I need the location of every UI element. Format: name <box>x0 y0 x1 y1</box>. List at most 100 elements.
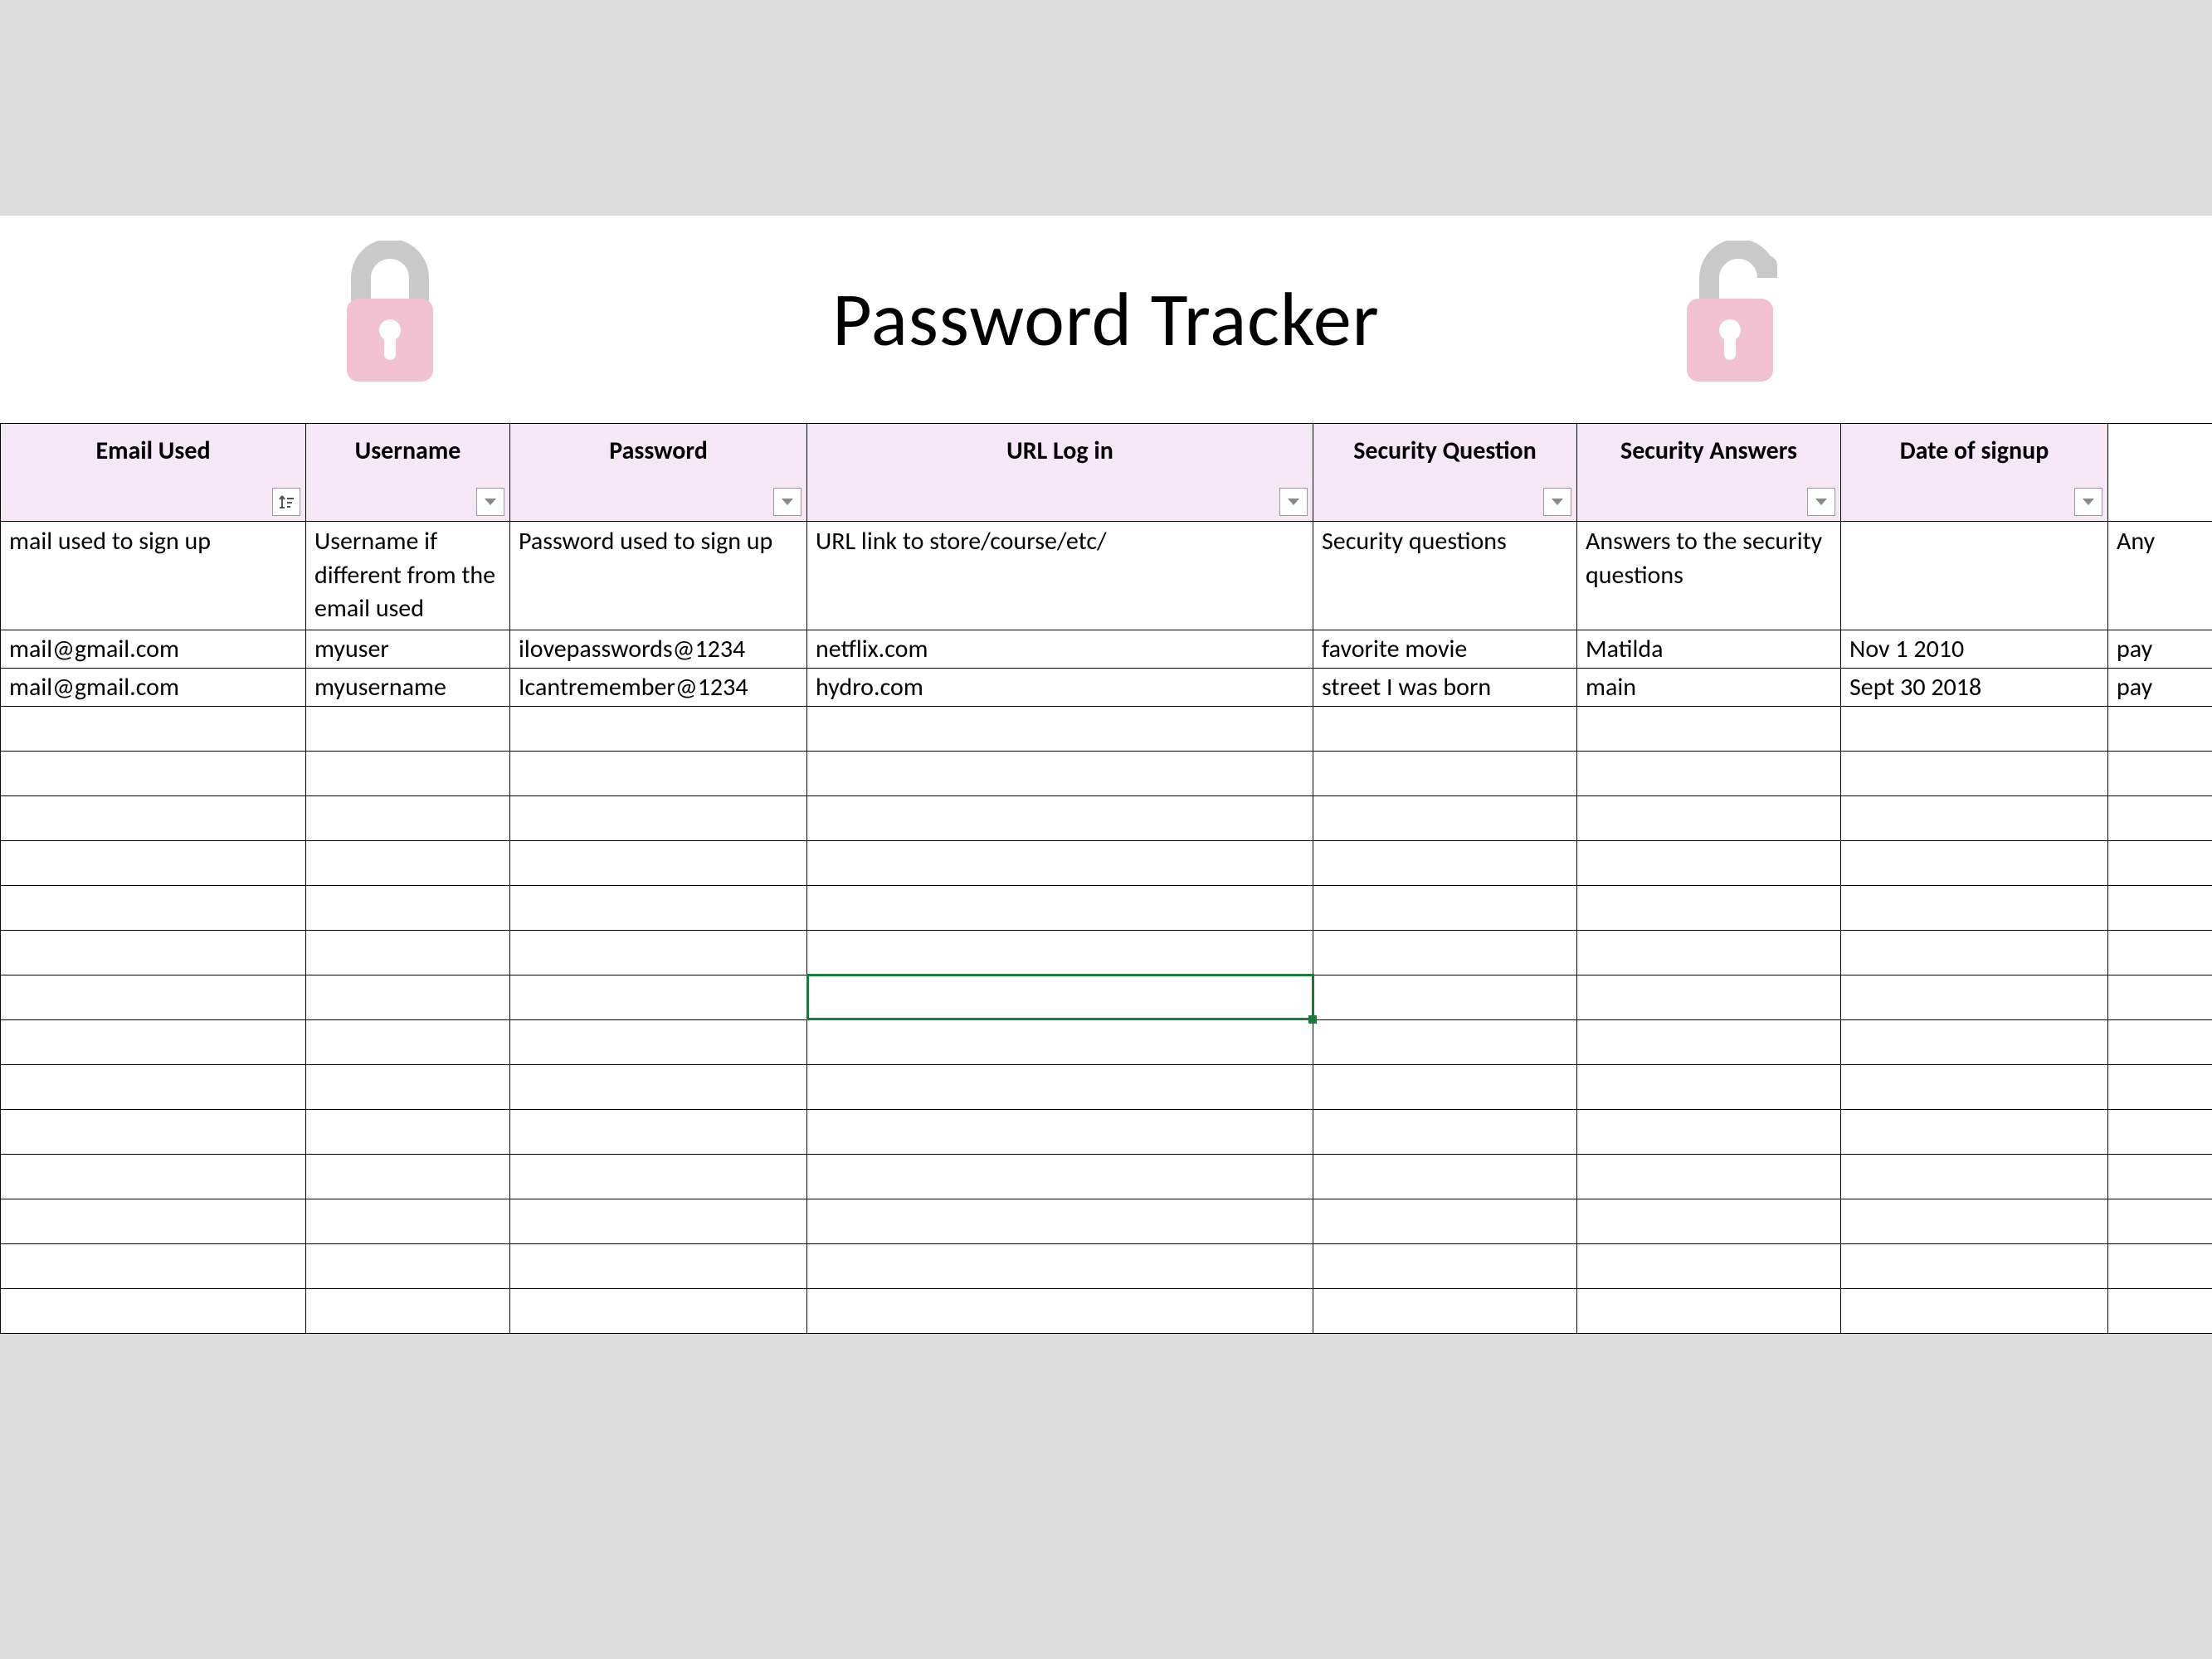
cell-password[interactable]: ilovepasswords@1234 <box>510 630 807 668</box>
cell-url[interactable] <box>807 795 1313 840</box>
cell-extra[interactable] <box>2108 885 2212 930</box>
cell-extra[interactable] <box>2108 1154 2212 1199</box>
cell-email[interactable] <box>1 706 306 751</box>
cell-username[interactable] <box>306 751 510 795</box>
cell-secq[interactable] <box>1313 1109 1577 1154</box>
cell-email[interactable] <box>1 1199 306 1243</box>
cell-extra[interactable] <box>2108 751 2212 795</box>
cell-url[interactable] <box>807 1019 1313 1064</box>
cell-date[interactable] <box>1841 1154 2108 1199</box>
cell-seca[interactable] <box>1577 795 1841 840</box>
cell-extra[interactable] <box>2108 1243 2212 1288</box>
cell-date[interactable] <box>1841 1109 2108 1154</box>
cell-seca[interactable] <box>1577 1109 1841 1154</box>
cell-date[interactable] <box>1841 751 2108 795</box>
cell-seca[interactable] <box>1577 975 1841 1019</box>
cell-secq[interactable] <box>1313 795 1577 840</box>
cell-username[interactable] <box>306 1109 510 1154</box>
filter-button[interactable] <box>1807 488 1835 516</box>
cell-seca[interactable] <box>1577 1019 1841 1064</box>
cell-date[interactable] <box>1841 522 2108 630</box>
cell-username[interactable] <box>306 1154 510 1199</box>
cell-date[interactable] <box>1841 1243 2108 1288</box>
cell-password[interactable] <box>510 930 807 975</box>
cell-date[interactable] <box>1841 840 2108 885</box>
filter-button[interactable] <box>2074 488 2102 516</box>
cell-date[interactable]: Nov 1 2010 <box>1841 630 2108 668</box>
cell-date[interactable] <box>1841 885 2108 930</box>
cell-extra[interactable]: pay <box>2108 668 2212 706</box>
cell-seca[interactable]: Matilda <box>1577 630 1841 668</box>
cell-password[interactable] <box>510 1154 807 1199</box>
cell-extra[interactable]: Any <box>2108 522 2212 630</box>
cell-extra[interactable] <box>2108 1019 2212 1064</box>
cell-password[interactable] <box>510 1064 807 1109</box>
cell-seca[interactable] <box>1577 1064 1841 1109</box>
cell-url[interactable] <box>807 1243 1313 1288</box>
col-header-password[interactable]: Password <box>510 424 807 522</box>
password-table[interactable]: Email Used Username Password <box>0 423 2212 1334</box>
cell-date[interactable] <box>1841 706 2108 751</box>
cell-username[interactable] <box>306 975 510 1019</box>
cell-seca[interactable] <box>1577 930 1841 975</box>
cell-date[interactable] <box>1841 1199 2108 1243</box>
cell-password[interactable] <box>510 1109 807 1154</box>
cell-url[interactable]: hydro.com <box>807 668 1313 706</box>
cell-password[interactable] <box>510 751 807 795</box>
cell-password[interactable] <box>510 1243 807 1288</box>
cell-url[interactable] <box>807 840 1313 885</box>
cell-seca[interactable]: Answers to the security questions <box>1577 522 1841 630</box>
cell-date[interactable] <box>1841 975 2108 1019</box>
cell-url[interactable] <box>807 1109 1313 1154</box>
cell-email[interactable] <box>1 1019 306 1064</box>
cell-extra[interactable] <box>2108 840 2212 885</box>
cell-seca[interactable] <box>1577 751 1841 795</box>
cell-password[interactable] <box>510 840 807 885</box>
cell-email[interactable] <box>1 1243 306 1288</box>
col-header-security-question[interactable]: Security Question <box>1313 424 1577 522</box>
cell-date[interactable] <box>1841 1288 2108 1333</box>
cell-secq[interactable]: Security questions <box>1313 522 1577 630</box>
cell-secq[interactable] <box>1313 1154 1577 1199</box>
cell-username[interactable] <box>306 1243 510 1288</box>
cell-seca[interactable] <box>1577 1154 1841 1199</box>
cell-extra[interactable] <box>2108 795 2212 840</box>
cell-date[interactable]: Sept 30 2018 <box>1841 668 2108 706</box>
cell-email[interactable] <box>1 1288 306 1333</box>
cell-url[interactable] <box>807 975 1313 1019</box>
cell-secq[interactable] <box>1313 930 1577 975</box>
cell-email[interactable]: mail@gmail.com <box>1 630 306 668</box>
cell-secq[interactable] <box>1313 751 1577 795</box>
cell-username[interactable]: myuser <box>306 630 510 668</box>
cell-username[interactable]: myusername <box>306 668 510 706</box>
cell-extra[interactable] <box>2108 1288 2212 1333</box>
cell-url[interactable] <box>807 1064 1313 1109</box>
cell-date[interactable] <box>1841 930 2108 975</box>
cell-password[interactable] <box>510 1199 807 1243</box>
cell-extra[interactable] <box>2108 706 2212 751</box>
cell-secq[interactable]: street I was born <box>1313 668 1577 706</box>
cell-extra[interactable] <box>2108 1064 2212 1109</box>
cell-secq[interactable]: favorite movie <box>1313 630 1577 668</box>
cell-email[interactable] <box>1 1154 306 1199</box>
cell-email[interactable] <box>1 1109 306 1154</box>
cell-seca[interactable] <box>1577 840 1841 885</box>
cell-seca[interactable] <box>1577 1243 1841 1288</box>
cell-password[interactable] <box>510 706 807 751</box>
cell-url[interactable] <box>807 751 1313 795</box>
cell-secq[interactable] <box>1313 840 1577 885</box>
cell-url[interactable] <box>807 930 1313 975</box>
cell-password[interactable] <box>510 885 807 930</box>
cell-password[interactable] <box>510 1288 807 1333</box>
cell-url[interactable] <box>807 1288 1313 1333</box>
cell-email[interactable]: mail@gmail.com <box>1 668 306 706</box>
col-header-extra[interactable] <box>2108 424 2212 522</box>
cell-username[interactable] <box>306 930 510 975</box>
cell-extra[interactable] <box>2108 975 2212 1019</box>
cell-email[interactable] <box>1 1064 306 1109</box>
cell-username[interactable] <box>306 1199 510 1243</box>
cell-username[interactable] <box>306 885 510 930</box>
cell-secq[interactable] <box>1313 1243 1577 1288</box>
cell-email[interactable] <box>1 751 306 795</box>
col-header-date[interactable]: Date of signup <box>1841 424 2108 522</box>
